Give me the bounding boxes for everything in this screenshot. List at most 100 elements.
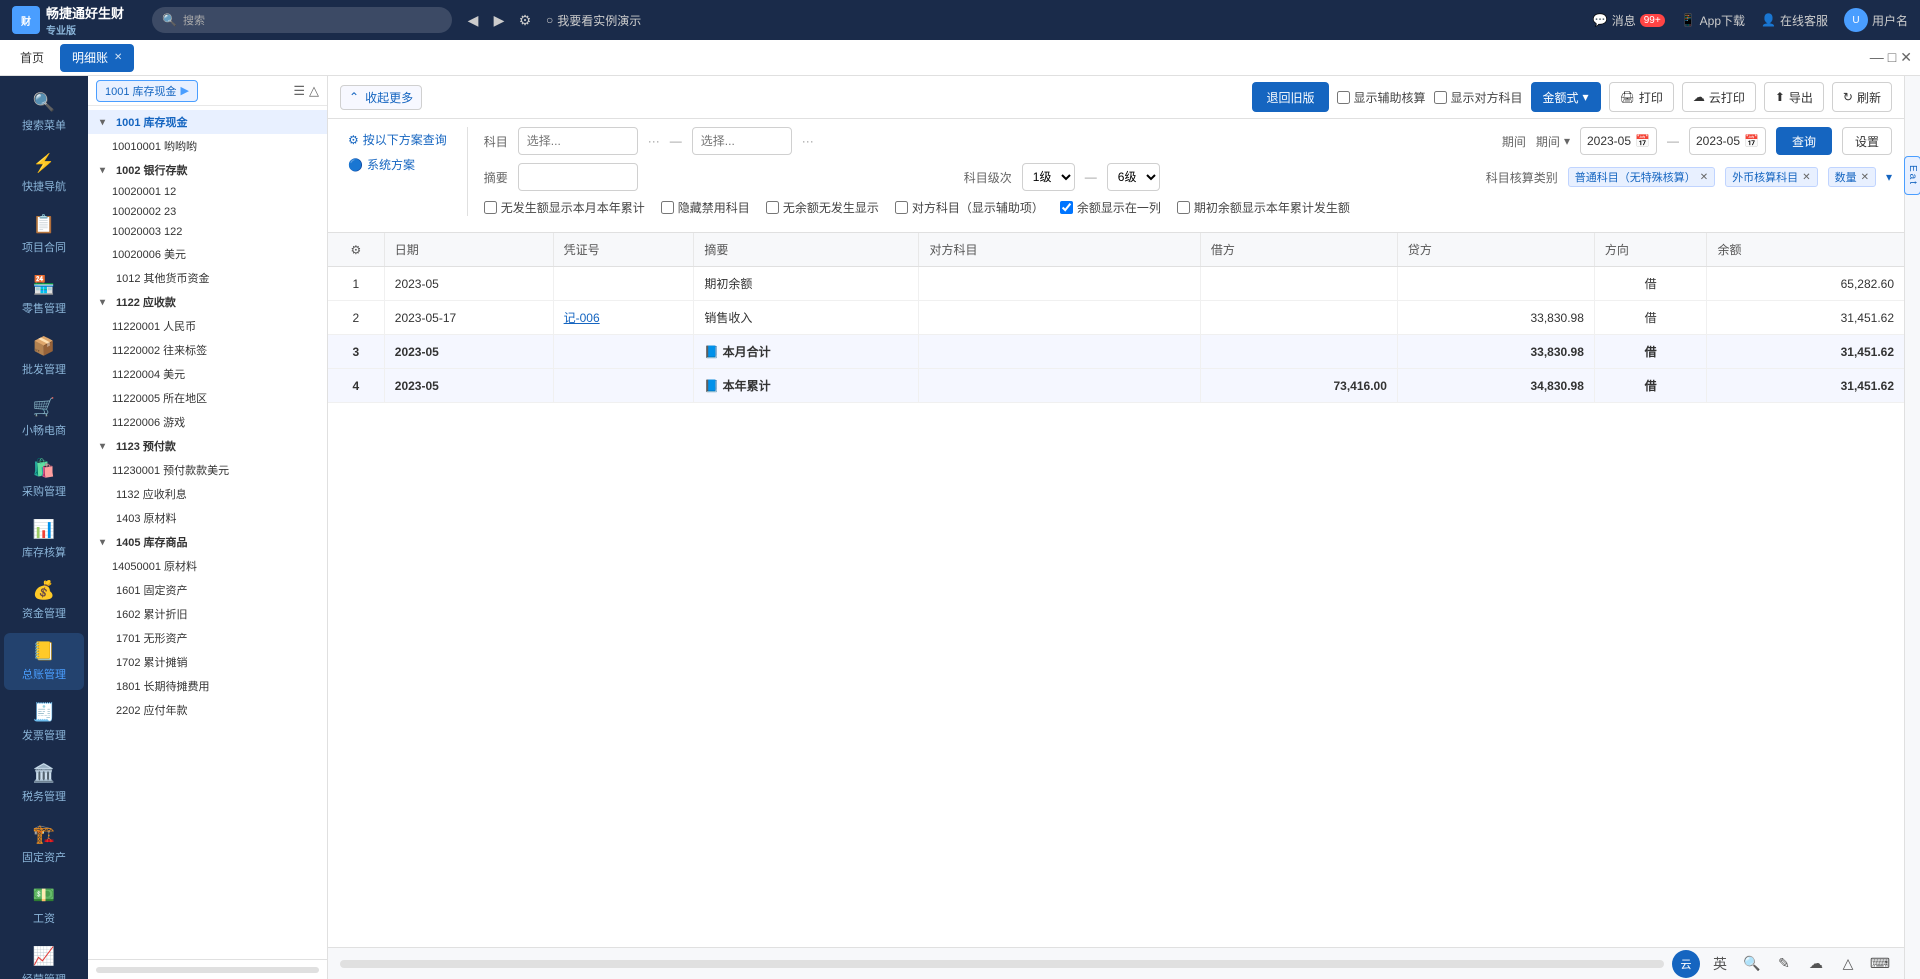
forward-icon[interactable]: ▶ [488,9,510,31]
level-end-select[interactable]: 6级5级4级 [1107,163,1160,191]
tree-item-10010001[interactable]: 10010001 哟哟哟 [88,134,327,158]
subject-input[interactable] [518,127,638,155]
system-scheme-button[interactable]: 🔵 系统方案 [340,152,455,177]
refresh-button[interactable]: ↻ 刷新 [1832,82,1892,112]
check-balance-single[interactable]: 余额显示在一列 [1060,199,1161,216]
summary-input[interactable] [518,163,638,191]
upload-icon[interactable]: △ [1836,952,1860,976]
tag-forex-subject[interactable]: 外币核算科目 ✕ [1725,167,1817,187]
sidebar-item-retail[interactable]: 🏪 零售管理 [4,267,84,324]
tree-item-1701[interactable]: 1701 无形资产 [88,626,327,650]
tree-item-1702[interactable]: 1702 累计摊销 [88,650,327,674]
check-balance-single-input[interactable] [1060,201,1073,214]
tree-item-1001[interactable]: ▾ 1001 库存现金 [88,110,327,134]
sidebar-item-capital[interactable]: 💰 资金管理 [4,572,84,629]
tree-item-11220001[interactable]: 11220001 人民币 [88,314,327,338]
sidebar-item-project[interactable]: 📋 项目合同 [4,206,84,263]
tree-collapse-icon[interactable]: △ [309,83,319,99]
tree-item-10020006[interactable]: 10020006 美元 [88,242,327,266]
check-hide-disabled[interactable]: 隐藏禁用科目 [661,199,750,216]
settings-button[interactable]: 设置 [1842,127,1892,155]
col-settings[interactable]: ⚙ [328,233,384,267]
app-download-button[interactable]: 📱 App下载 [1681,12,1745,29]
tree-item-14050001[interactable]: 14050001 原材料 [88,554,327,578]
show-opposite-check[interactable]: 显示对方科目 [1434,89,1523,106]
lang-switch[interactable]: 英 [1708,952,1732,976]
window-close-icon[interactable]: ✕ [1900,49,1912,66]
keyboard-icon[interactable]: ⌨ [1868,952,1892,976]
sidebar-item-wholesale[interactable]: 📦 批发管理 [4,328,84,385]
check-no-balance[interactable]: 无余额无发生显示 [766,199,879,216]
tab-home[interactable]: 首页 [8,44,56,72]
check-opposite[interactable]: 对方科目（显示辅助项） [895,199,1044,216]
period-start-field[interactable]: 2023-05 📅 [1580,127,1657,155]
tab-close-icon[interactable]: ✕ [114,52,122,63]
tag-normal-subject[interactable]: 普通科目（无特殊核算） ✕ [1568,167,1715,187]
check-no-amount[interactable]: 无发生额显示本月本年累计 [484,199,645,216]
show-opposite-checkbox[interactable] [1434,91,1447,104]
check-opening-balance[interactable]: 期初余额显示本年累计发生额 [1177,199,1350,216]
show-assist-checkbox[interactable] [1337,91,1350,104]
check-opposite-input[interactable] [895,201,908,214]
show-assist-check[interactable]: 显示辅助核算 [1337,89,1426,106]
back-icon[interactable]: ◀ [462,9,484,31]
tree-item-1012[interactable]: 1012 其他货币资金 [88,266,327,290]
collapse-right-button[interactable]: Eat [1904,156,1920,195]
window-minimize-icon[interactable]: — [1870,49,1884,66]
tree-item-11220006[interactable]: 11220006 游戏 [88,410,327,434]
global-search[interactable]: 🔍 搜索 [152,7,452,33]
tree-item-1132[interactable]: 1132 应收利息 [88,482,327,506]
sidebar-item-operation[interactable]: 📈 经营管理 [4,938,84,979]
check-hide-disabled-input[interactable] [661,201,674,214]
sidebar-item-assets[interactable]: 🏗️ 固定资产 [4,816,84,873]
voucher-link[interactable]: 记-006 [564,311,600,325]
period-end-field[interactable]: 2023-05 📅 [1689,127,1766,155]
message-button[interactable]: 💬 消息 99+ [1593,12,1665,29]
tree-item-1801[interactable]: 1801 长期待摊费用 [88,674,327,698]
tree-item-11220004[interactable]: 11220004 美元 [88,362,327,386]
check-opening-balance-input[interactable] [1177,201,1190,214]
tree-item-1405[interactable]: ▾ 1405 库存商品 [88,530,327,554]
tree-item-11220005[interactable]: 11220005 所在地区 [88,386,327,410]
tree-item-1601[interactable]: 1601 固定资产 [88,578,327,602]
online-service-button[interactable]: 👤 在线客服 [1761,12,1828,29]
sidebar-item-inventory[interactable]: 📊 库存核算 [4,511,84,568]
sidebar-item-purchase[interactable]: 🛍️ 采购管理 [4,450,84,507]
floating-action-button[interactable]: 云 [1672,950,1700,978]
sidebar-item-tax[interactable]: 🏛️ 税务管理 [4,755,84,812]
cloud-print-button[interactable]: ☁ 云打印 [1682,82,1756,112]
sidebar-item-search[interactable]: 🔍 搜索菜单 [4,84,84,141]
return-old-button[interactable]: 退回旧版 [1252,82,1328,112]
tree-item-10020001[interactable]: 10020001 12 [88,182,327,202]
tree-item-2202[interactable]: 2202 应付年款 [88,698,327,722]
tag-quantity[interactable]: 数量 ✕ [1828,167,1876,187]
tree-item-10020002[interactable]: 10020002 23 [88,202,327,222]
sidebar-item-ecommerce[interactable]: 🛒 小畅电商 [4,389,84,446]
sidebar-item-ledger[interactable]: 📒 总账管理 [4,633,84,690]
horizontal-scrollbar[interactable] [340,960,1664,968]
check-no-amount-input[interactable] [484,201,497,214]
tree-item-11220002[interactable]: 11220002 往来标签 [88,338,327,362]
expand-more-button[interactable]: ⌃ 收起更多 [340,85,422,110]
cloud-icon[interactable]: ☁ [1804,952,1828,976]
more-options[interactable]: ▾ [1886,170,1892,184]
tree-list-icon[interactable]: ☰ [293,83,305,99]
print-button[interactable]: 🖨 打印 [1609,82,1674,112]
export-button[interactable]: ⬆ 导出 [1764,82,1824,112]
level-start-select[interactable]: 1级2级3级 [1022,163,1075,191]
tree-item-1403[interactable]: 1403 原材料 [88,506,327,530]
tree-item-1602[interactable]: 1602 累计折旧 [88,602,327,626]
tree-item-1123[interactable]: ▾ 1123 预付款 [88,434,327,458]
demo-button[interactable]: ○ 我要看实例演示 [546,12,641,29]
account-selector[interactable]: 1001 库存现金 ▶ [96,80,198,102]
check-no-balance-input[interactable] [766,201,779,214]
tab-ledger[interactable]: 明细账 ✕ [60,44,134,72]
subject-end-input[interactable] [692,127,792,155]
sidebar-item-quicknav[interactable]: ⚡ 快捷导航 [4,145,84,202]
settings-nav-icon[interactable]: ⚙ [514,9,536,31]
user-profile[interactable]: U 用户名 [1844,8,1908,32]
col-settings-icon[interactable]: ⚙ [351,243,362,257]
sidebar-item-salary[interactable]: 💵 工资 [4,877,84,934]
tree-item-1122[interactable]: ▾ 1122 应收款 [88,290,327,314]
tree-item-10020003[interactable]: 10020003 122 [88,222,327,242]
